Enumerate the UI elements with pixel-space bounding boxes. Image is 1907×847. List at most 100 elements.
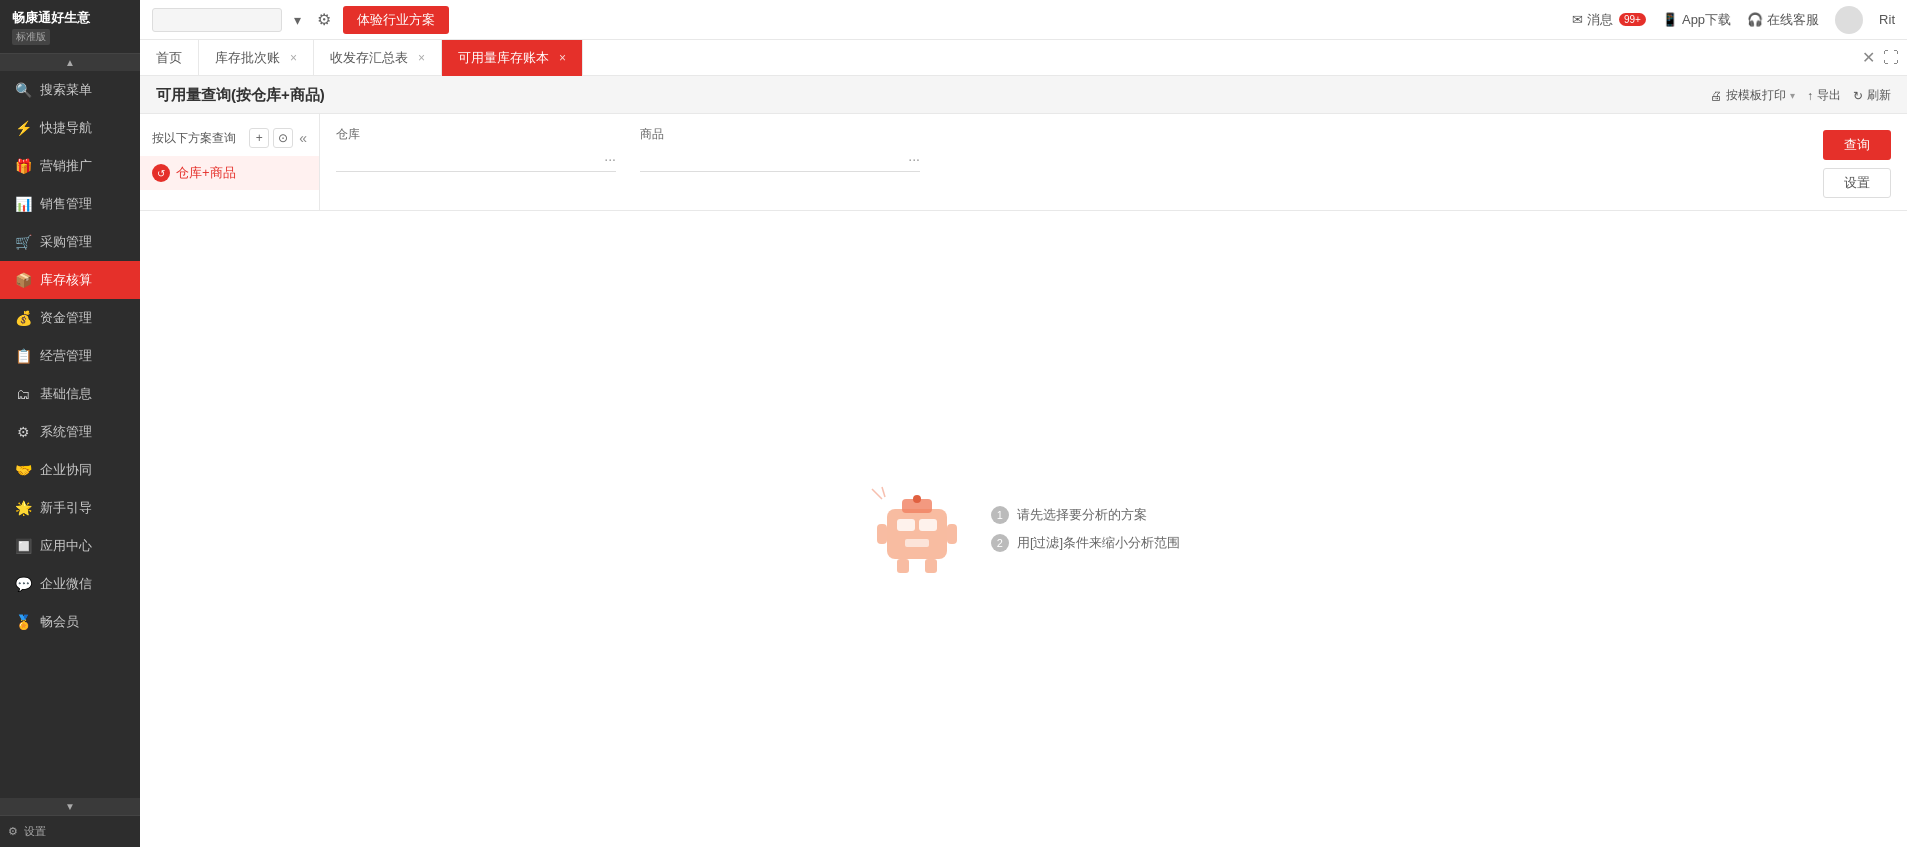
- query-button[interactable]: 查询: [1823, 130, 1891, 160]
- tab-home-label: 首页: [156, 49, 182, 67]
- warehouse-input[interactable]: [336, 152, 598, 167]
- operations-icon: 📋: [14, 347, 32, 365]
- filter-sidebar-title: 按以下方案查询: [152, 130, 243, 147]
- sidebar-label-operations: 经营管理: [40, 347, 92, 365]
- export-label: 导出: [1817, 87, 1841, 104]
- app-download-item[interactable]: 📱 App下载: [1662, 11, 1731, 29]
- sidebar-label-cooperation: 企业协同: [40, 461, 92, 479]
- empty-illustration: [867, 479, 967, 579]
- sidebar-item-sales[interactable]: 📊 销售管理: [0, 185, 140, 223]
- dropdown-arrow[interactable]: ▾: [290, 12, 305, 28]
- basic-icon: 🗂: [14, 385, 32, 403]
- enterprise-wechat-icon: 💬: [14, 575, 32, 593]
- product-label: 商品: [640, 126, 920, 143]
- filter-panel: 按以下方案查询 + ⊙ « ↺ 仓库+商品 仓库 ···: [140, 114, 1907, 211]
- tab-home[interactable]: 首页: [140, 40, 199, 76]
- sidebar-logo: 畅康通好生意 标准版: [0, 0, 140, 54]
- product-input[interactable]: [640, 152, 902, 167]
- sidebar-label-basic: 基础信息: [40, 385, 92, 403]
- tab-label-batch: 库存批次账: [215, 49, 280, 67]
- sidebar-scroll-down[interactable]: ▼: [0, 798, 140, 815]
- sidebar-item-app-center[interactable]: 🔲应用中心: [0, 527, 140, 565]
- sidebar-item-newbie[interactable]: 🌟新手引导: [0, 489, 140, 527]
- tab-close-receipt[interactable]: ×: [418, 52, 425, 64]
- export-action[interactable]: ↑ 导出: [1807, 87, 1841, 104]
- svg-rect-7: [947, 524, 957, 544]
- app-download-label: App下载: [1682, 11, 1731, 29]
- sidebar-scroll-up[interactable]: ▲: [0, 54, 140, 71]
- scheme-label: 仓库+商品: [176, 164, 236, 182]
- sidebar-item-shortcut[interactable]: ⚡快捷导航: [0, 109, 140, 147]
- print-action[interactable]: 🖨 按模板打印 ▾: [1710, 87, 1795, 104]
- tab-receipt-summary[interactable]: 收发存汇总表 ×: [314, 40, 442, 76]
- close-all-tabs-button[interactable]: ✕: [1862, 48, 1875, 67]
- refresh-action[interactable]: ↻ 刷新: [1853, 87, 1891, 104]
- sidebar-item-purchase[interactable]: 🛒采购管理: [0, 223, 140, 261]
- online-service-item[interactable]: 🎧 在线客服: [1747, 11, 1819, 29]
- export-icon: ↑: [1807, 89, 1813, 103]
- tip-text-2: 用[过滤]条件来缩小分析范围: [1017, 534, 1180, 552]
- shortcut-icon: ⚡: [14, 119, 32, 137]
- tab-batch-account[interactable]: 库存批次账 ×: [199, 40, 314, 76]
- filter-sidebar: 按以下方案查询 + ⊙ « ↺ 仓库+商品: [140, 114, 320, 210]
- collapse-filter-button[interactable]: «: [299, 130, 307, 146]
- sidebar-item-basic[interactable]: 🗂 基础信息: [0, 375, 140, 413]
- svg-rect-0: [887, 509, 947, 559]
- settings-scheme-button[interactable]: ⊙: [273, 128, 293, 148]
- warehouse-field: 仓库 ···: [336, 126, 616, 172]
- sidebar-item-cooperation[interactable]: 🤝企业协同: [0, 451, 140, 489]
- warehouse-input-wrapper: ···: [336, 147, 616, 172]
- purchase-icon: 🛒: [14, 233, 32, 251]
- svg-rect-2: [919, 519, 937, 531]
- message-badge: 99+: [1619, 13, 1646, 26]
- sidebar-item-operations[interactable]: 📋 经营管理: [0, 337, 140, 375]
- tip-num-2: 2: [991, 534, 1009, 552]
- tab-label-available: 可用量库存账本: [458, 49, 549, 67]
- warehouse-more-icon[interactable]: ···: [604, 151, 616, 167]
- online-service-label: 在线客服: [1767, 11, 1819, 29]
- tab-close-batch[interactable]: ×: [290, 52, 297, 64]
- sidebar-item-marketing-promo[interactable]: 🎁营销推广: [0, 147, 140, 185]
- empty-tip-1: 1 请先选择要分析的方案: [991, 506, 1180, 524]
- svg-rect-8: [897, 559, 909, 573]
- sidebar-label-member: 畅会员: [40, 613, 79, 631]
- tab-available-qty[interactable]: 可用量库存账本 ×: [442, 40, 583, 76]
- sidebar-bottom-settings[interactable]: ⚙ 设置: [0, 815, 140, 847]
- sidebar-label-sales: 销售管理: [40, 195, 92, 213]
- search-input[interactable]: [152, 8, 282, 32]
- message-item[interactable]: ✉ 消息 99+: [1572, 11, 1646, 29]
- sidebar-label-newbie: 新手引导: [40, 499, 92, 517]
- marketing-promo-icon: 🎁: [14, 157, 32, 175]
- sidebar-label-enterprise-wechat: 企业微信: [40, 575, 92, 593]
- filter-scheme-item[interactable]: ↺ 仓库+商品: [140, 156, 319, 190]
- tabs-right: ✕ ⛶: [1862, 48, 1907, 67]
- sidebar-item-inventory[interactable]: 📦库存核算: [0, 261, 140, 299]
- gear-icon: ⚙: [8, 825, 18, 838]
- sidebar-item-member[interactable]: 🏅畅会员: [0, 603, 140, 641]
- avatar[interactable]: [1835, 6, 1863, 34]
- sidebar-item-enterprise-wechat[interactable]: 💬 企业微信: [0, 565, 140, 603]
- product-input-wrapper: ···: [640, 147, 920, 172]
- svg-rect-1: [897, 519, 915, 531]
- sidebar-item-search[interactable]: 🔍搜索菜单: [0, 71, 140, 109]
- empty-tip-2: 2 用[过滤]条件来缩小分析范围: [991, 534, 1180, 552]
- sales-icon: 📊: [14, 195, 32, 213]
- topbar-right: ✉ 消息 99+ 📱 App下载 🎧 在线客服 Rit: [1572, 6, 1895, 34]
- filter-right-actions: 查询 设置: [1823, 126, 1891, 198]
- add-scheme-button[interactable]: +: [249, 128, 269, 148]
- company-name: 畅康通好生意: [12, 10, 128, 27]
- product-more-icon[interactable]: ···: [908, 151, 920, 167]
- sidebar-item-finance[interactable]: 💰资金管理: [0, 299, 140, 337]
- message-icon: ✉: [1572, 12, 1583, 27]
- gear-icon[interactable]: ⚙: [313, 10, 335, 29]
- tab-close-available[interactable]: ×: [559, 52, 566, 64]
- refresh-label: 刷新: [1867, 87, 1891, 104]
- settings-button[interactable]: 设置: [1823, 168, 1891, 198]
- sidebar-item-system[interactable]: ⚙系统管理: [0, 413, 140, 451]
- tip-text-1: 请先选择要分析的方案: [1017, 506, 1147, 524]
- expand-icon[interactable]: ⛶: [1883, 49, 1899, 67]
- page-actions: 🖨 按模板打印 ▾ ↑ 导出 ↻ 刷新: [1710, 87, 1891, 104]
- trial-industry-button[interactable]: 体验行业方案: [343, 6, 449, 34]
- sidebar-label-finance: 资金管理: [40, 309, 92, 327]
- sidebar-bottom-label: 设置: [24, 824, 46, 839]
